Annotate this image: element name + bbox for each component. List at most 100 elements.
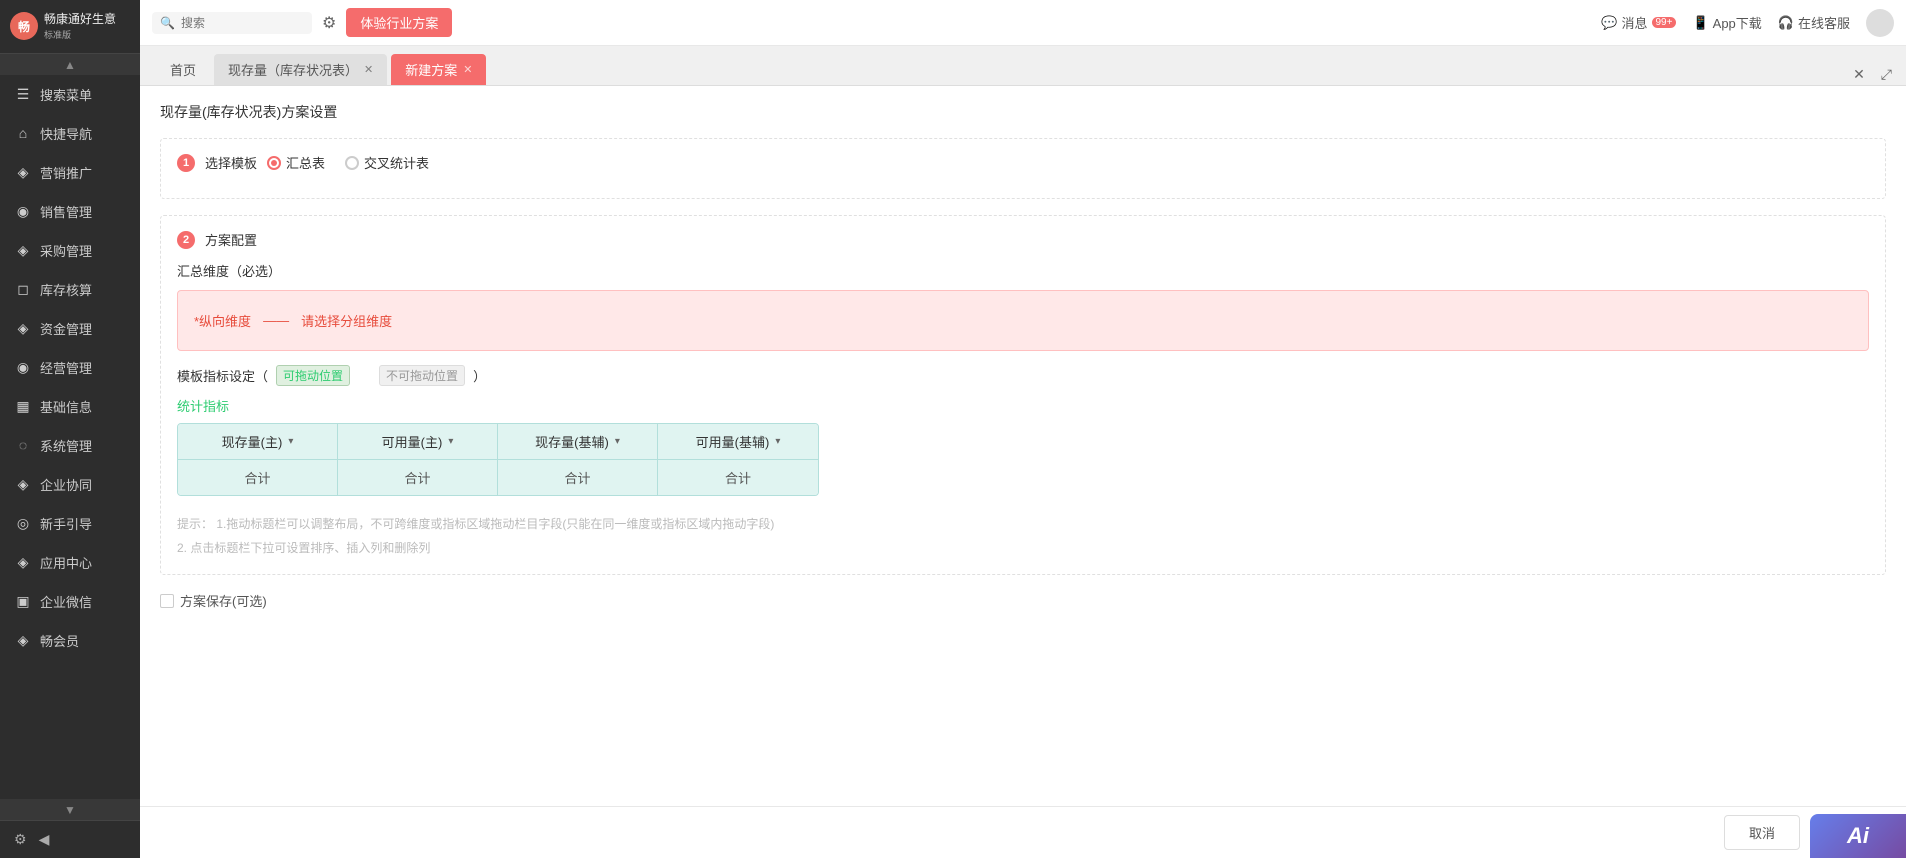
- logo-text: 畅康通好生意 标准版: [44, 12, 116, 41]
- new-guide-icon: ◎: [14, 514, 32, 532]
- page-body: 现存量(库存状况表)方案设置 1 选择模板 汇总表 交叉统计表: [140, 86, 1906, 858]
- save-plan-checkbox[interactable]: [160, 594, 174, 608]
- stat-section-title: 统计指标: [177, 396, 1869, 415]
- stat-col-header-0[interactable]: 现存量(主) ▾: [178, 424, 337, 460]
- content: 现存量(库存状况表)方案设置 1 选择模板 汇总表 交叉统计表: [140, 86, 1906, 806]
- sidebar-item-basic-info[interactable]: ▦ 基础信息: [0, 387, 140, 426]
- section2-num: 2: [177, 231, 195, 249]
- save-plan-row: 方案保存(可选): [160, 591, 1886, 610]
- radio-summary[interactable]: 汇总表: [267, 153, 325, 172]
- sidebar-item-purchase[interactable]: ◈ 采购管理: [0, 231, 140, 270]
- settings-icon[interactable]: ⚙: [14, 831, 27, 848]
- sidebar-item-search-menu[interactable]: ☰ 搜索菜单: [0, 75, 140, 114]
- tab-inventory-close[interactable]: ✕: [364, 63, 373, 76]
- stat-col-header-1[interactable]: 可用量(主) ▾: [338, 424, 497, 460]
- dimension-divider: ——: [263, 313, 289, 328]
- headset-icon: 🎧: [1778, 15, 1794, 31]
- dimension-area: *纵向维度 —— 请选择分组维度: [177, 290, 1869, 351]
- stat-section: 统计指标 现存量(主) ▾ 合计: [177, 396, 1869, 496]
- stat-table-header: 现存量(主) ▾ 合计 可用量(主) ▾ 合计: [178, 424, 818, 495]
- marketing-icon: ◈: [14, 163, 32, 181]
- sidebar-item-finance[interactable]: ◈ 资金管理: [0, 309, 140, 348]
- ai-badge[interactable]: Ai: [1810, 814, 1906, 858]
- save-plan-label: 方案保存(可选): [180, 591, 267, 610]
- indicator-prefix: 模板指标设定（: [177, 366, 268, 385]
- main-area: 🔍 ⚙ 体验行业方案 💬 消息 99+ 📱 App下载 🎧 在线客服 首页: [140, 0, 1906, 858]
- sidebar-item-system[interactable]: ◌ 系统管理: [0, 426, 140, 465]
- gear-icon[interactable]: ⚙: [322, 13, 336, 33]
- stat-col-body-0: 合计: [178, 460, 337, 495]
- tab-inventory[interactable]: 现存量（库存状况表） ✕: [214, 54, 387, 85]
- radio-cross-dot: [345, 156, 359, 170]
- drag-label: 可拖动位置: [276, 365, 350, 386]
- sidebar-item-marketing[interactable]: ◈ 营销推广: [0, 153, 140, 192]
- dimension-required: *纵向维度: [194, 311, 251, 330]
- section-config: 2 方案配置 汇总维度（必选） *纵向维度 —— 请选择分组维度: [160, 215, 1886, 575]
- purchase-icon: ◈: [14, 241, 32, 259]
- sales-icon: ◉: [14, 202, 32, 220]
- sidebar-scroll-down[interactable]: ▼: [0, 799, 140, 820]
- sidebar-logo: 畅 畅康通好生意 标准版: [0, 0, 140, 54]
- search-icon: 🔍: [160, 16, 175, 30]
- indicator-sep: [358, 366, 371, 385]
- sidebar-scroll-up[interactable]: ▲: [0, 54, 140, 75]
- tab-home[interactable]: 首页: [156, 54, 210, 85]
- stat-col-header-2[interactable]: 现存量(基辅) ▾: [498, 424, 657, 460]
- message-btn[interactable]: 💬 消息 99+: [1601, 13, 1676, 32]
- stat-col-body-3: 合计: [658, 460, 818, 495]
- dimension-placeholder[interactable]: 请选择分组维度: [301, 311, 392, 330]
- system-icon: ◌: [14, 436, 32, 454]
- no-drag-label: 不可拖动位置: [379, 365, 465, 386]
- sidebar: 畅 畅康通好生意 标准版 ▲ ☰ 搜索菜单 ⌂ 快捷导航 ◈ 营销推广 ◉ 销售…: [0, 0, 140, 858]
- sidebar-bottom: ⚙ ◀: [0, 820, 140, 858]
- sidebar-item-operations[interactable]: ◉ 经营管理: [0, 348, 140, 387]
- message-icon: 💬: [1601, 15, 1617, 31]
- stat-col-0: 现存量(主) ▾ 合计: [178, 424, 338, 495]
- sidebar-item-vip[interactable]: ◈ 畅会员: [0, 621, 140, 660]
- quick-nav-icon: ⌂: [14, 124, 32, 142]
- app-center-icon: ◈: [14, 553, 32, 571]
- app-download-icon: 📱: [1692, 15, 1708, 31]
- stat-col-header-3[interactable]: 可用量(基辅) ▾: [658, 424, 818, 460]
- search-menu-icon: ☰: [14, 85, 32, 103]
- chevron-down-icon-1: ▾: [448, 436, 453, 447]
- basic-info-icon: ▦: [14, 397, 32, 415]
- sidebar-item-inventory[interactable]: ◻ 库存核算: [0, 270, 140, 309]
- inventory-icon: ◻: [14, 280, 32, 298]
- app-download-btn[interactable]: 📱 App下载: [1692, 13, 1761, 32]
- window-controls: ✕ ⤢: [1849, 64, 1906, 85]
- search-box[interactable]: 🔍: [152, 12, 312, 34]
- sidebar-item-app-center[interactable]: ◈ 应用中心: [0, 543, 140, 582]
- hint-area: 提示： 1.拖动标题栏可以调整布局，不可跨维度或指标区域拖动栏目字段(只能在同一…: [177, 512, 1869, 560]
- stat-col-body-1: 合计: [338, 460, 497, 495]
- window-close-icon[interactable]: ✕: [1849, 64, 1869, 85]
- avatar[interactable]: [1866, 9, 1894, 37]
- trial-btn[interactable]: 体验行业方案: [346, 8, 452, 37]
- chevron-down-icon-3: ▾: [775, 436, 780, 447]
- section2-header: 2 方案配置: [177, 230, 1869, 249]
- sidebar-item-quick-nav[interactable]: ⌂ 快捷导航: [0, 114, 140, 153]
- dimension-row: *纵向维度 —— 请选择分组维度: [194, 311, 1852, 330]
- section1-title: 选择模板: [205, 153, 257, 172]
- sidebar-item-new-guide[interactable]: ◎ 新手引导: [0, 504, 140, 543]
- section1-num: 1: [177, 154, 195, 172]
- window-expand-icon[interactable]: ⤢: [1877, 64, 1896, 85]
- corp-wechat-icon: ▣: [14, 592, 32, 610]
- search-input[interactable]: [181, 16, 304, 30]
- cancel-button[interactable]: 取消: [1724, 815, 1800, 850]
- chevron-down-icon-0: ▾: [288, 436, 293, 447]
- sidebar-item-corp-wechat[interactable]: ▣ 企业微信: [0, 582, 140, 621]
- tab-new-plan[interactable]: 新建方案 ✕: [391, 54, 486, 85]
- stat-col-1: 可用量(主) ▾ 合计: [338, 424, 498, 495]
- online-service-btn[interactable]: 🎧 在线客服: [1778, 13, 1850, 32]
- sidebar-nav: ☰ 搜索菜单 ⌂ 快捷导航 ◈ 营销推广 ◉ 销售管理 ◈ 采购管理 ◻ 库存核…: [0, 75, 140, 799]
- sidebar-item-corp[interactable]: ◈ 企业协同: [0, 465, 140, 504]
- chevron-down-icon-2: ▾: [615, 436, 620, 447]
- tab-new-plan-close[interactable]: ✕: [463, 63, 472, 76]
- topbar: 🔍 ⚙ 体验行业方案 💬 消息 99+ 📱 App下载 🎧 在线客服: [140, 0, 1906, 46]
- radio-cross[interactable]: 交叉统计表: [345, 153, 429, 172]
- summary-dimension-label: 汇总维度（必选）: [177, 261, 281, 280]
- collapse-icon[interactable]: ◀: [39, 831, 50, 848]
- stat-col-2: 现存量(基辅) ▾ 合计: [498, 424, 658, 495]
- sidebar-item-sales[interactable]: ◉ 销售管理: [0, 192, 140, 231]
